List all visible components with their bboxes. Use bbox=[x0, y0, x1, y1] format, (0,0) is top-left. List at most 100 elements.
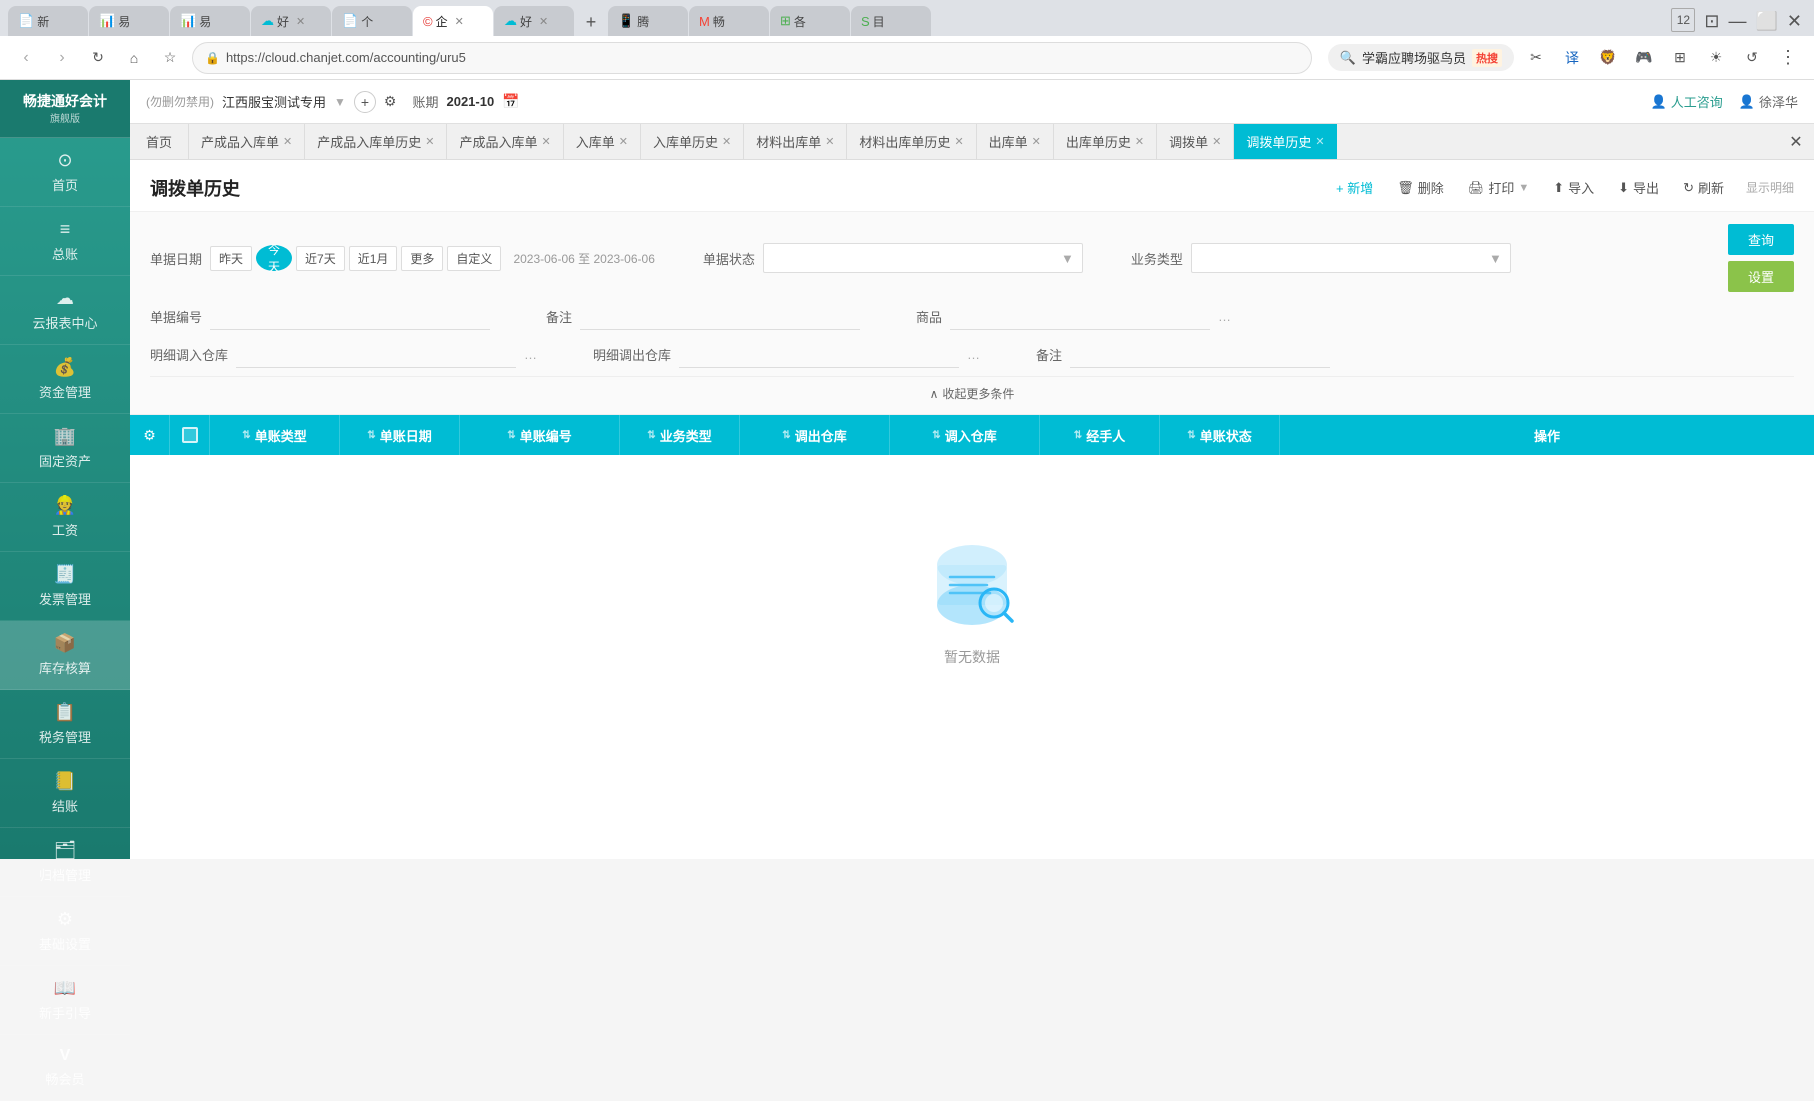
close-tab-4-icon[interactable]: ✕ bbox=[296, 15, 305, 28]
th-number[interactable]: ⇅ 单账编号 bbox=[460, 415, 620, 455]
sidebar-item-vip[interactable]: V 畅会员 bbox=[0, 1035, 130, 1101]
sidebar-item-guide[interactable]: 📖 新手引导 bbox=[0, 966, 130, 1035]
scissors-icon[interactable]: ✂ bbox=[1522, 44, 1550, 72]
detail-out-ellipsis-btn[interactable]: … bbox=[967, 347, 980, 362]
browser-tab-1[interactable]: 📄 新 bbox=[8, 6, 88, 36]
gear-company-btn[interactable]: ⚙ bbox=[384, 93, 397, 110]
select-all-checkbox[interactable] bbox=[182, 427, 198, 443]
browser-tab-9[interactable]: M 畅 bbox=[689, 6, 769, 36]
sidebar-item-payroll[interactable]: 👷 工资 bbox=[0, 483, 130, 552]
theme-icon[interactable]: ☀ bbox=[1702, 44, 1730, 72]
tab-product-in-history[interactable]: 产成品入库单历史 ✕ bbox=[305, 124, 447, 160]
tab-out[interactable]: 出库单 ✕ bbox=[977, 124, 1054, 160]
browser-tab-11[interactable]: S 目 bbox=[851, 6, 931, 36]
browser-tab-active[interactable]: © 企 ✕ bbox=[413, 6, 493, 36]
date-btn-custom[interactable]: 自定义 bbox=[447, 246, 501, 271]
close-tab-in-history-icon[interactable]: ✕ bbox=[722, 135, 731, 148]
search-bar[interactable]: 🔍 学霸应聘场驱鸟员 热搜 bbox=[1328, 44, 1514, 71]
browser-tab-10[interactable]: ⊞ 各 bbox=[770, 6, 850, 36]
back-btn[interactable]: ‹ bbox=[12, 44, 40, 72]
undo-icon[interactable]: ↺ bbox=[1738, 44, 1766, 72]
close-tab-transfer-icon[interactable]: ✕ bbox=[1212, 135, 1221, 148]
tab-count-badge[interactable]: 12 bbox=[1671, 8, 1695, 32]
close-tab-product-in-history-icon[interactable]: ✕ bbox=[425, 135, 434, 148]
close-tab-material-out-icon[interactable]: ✕ bbox=[825, 135, 834, 148]
date-btn-7days[interactable]: 近7天 bbox=[296, 246, 345, 271]
sidebar-item-fixed-asset[interactable]: 🏢 固定资产 bbox=[0, 414, 130, 483]
star-btn[interactable]: ☆ bbox=[156, 44, 184, 72]
export-btn[interactable]: ⬇ 导出 bbox=[1608, 172, 1669, 203]
close-tab-out-history-icon[interactable]: ✕ bbox=[1135, 135, 1144, 148]
biz-type-select[interactable]: ▼ bbox=[1191, 243, 1511, 273]
date-btn-today[interactable]: 今天 bbox=[256, 245, 292, 271]
date-btn-yesterday[interactable]: 昨天 bbox=[210, 246, 252, 271]
print-btn[interactable]: 🖨 打印 ▼ bbox=[1458, 172, 1539, 203]
sidebar-item-home[interactable]: ⊙ 首页 bbox=[0, 138, 130, 207]
tab-product-in2[interactable]: 产成品入库单 ✕ bbox=[447, 124, 563, 160]
query-btn[interactable]: 查询 bbox=[1728, 224, 1794, 255]
close-tab-material-out-history-icon[interactable]: ✕ bbox=[954, 135, 963, 148]
import-btn[interactable]: ⬆ 导入 bbox=[1543, 172, 1604, 203]
grid-icon[interactable]: ⊞ bbox=[1666, 44, 1694, 72]
extension-icon[interactable]: 🦁 bbox=[1594, 44, 1622, 72]
close-tab-active-icon[interactable]: ✕ bbox=[455, 15, 464, 28]
browser-tab-5[interactable]: 📄 个 bbox=[332, 6, 412, 36]
th-status[interactable]: ⇅ 单账状态 bbox=[1160, 415, 1280, 455]
detail-out-input[interactable] bbox=[679, 340, 959, 368]
sidebar-item-fund[interactable]: 💰 资金管理 bbox=[0, 345, 130, 414]
detail-in-ellipsis-btn[interactable]: … bbox=[524, 347, 537, 362]
th-biz[interactable]: ⇅ 业务类型 bbox=[620, 415, 740, 455]
browser-tab-3[interactable]: 📊 易 bbox=[170, 6, 250, 36]
tab-material-out-history[interactable]: 材料出库单历史 ✕ bbox=[847, 124, 976, 160]
dropdown-icon[interactable]: ▼ bbox=[334, 95, 346, 109]
add-company-btn[interactable]: + bbox=[354, 91, 376, 113]
number-input[interactable] bbox=[210, 302, 490, 330]
close-tab-product-in2-icon[interactable]: ✕ bbox=[542, 135, 551, 148]
close-tab-in-icon[interactable]: ✕ bbox=[619, 135, 628, 148]
th-settings-cell[interactable]: ⚙ bbox=[130, 415, 170, 455]
tab-material-out[interactable]: 材料出库单 ✕ bbox=[744, 124, 847, 160]
tab-out-history[interactable]: 出库单历史 ✕ bbox=[1054, 124, 1157, 160]
close-tab-transfer-history-icon[interactable]: ✕ bbox=[1315, 135, 1324, 148]
add-btn[interactable]: + 新增 bbox=[1326, 172, 1383, 203]
date-btn-more[interactable]: 更多 bbox=[401, 246, 443, 271]
sidebar-item-ledger[interactable]: ≡ 总账 bbox=[0, 207, 130, 276]
th-type[interactable]: ⇅ 单账类型 bbox=[210, 415, 340, 455]
calendar-btn[interactable]: 📅 bbox=[502, 93, 519, 110]
th-check-cell[interactable] bbox=[170, 415, 210, 455]
user-btn[interactable]: 👤 徐泽华 bbox=[1739, 92, 1798, 111]
detail-in-input[interactable] bbox=[236, 340, 516, 368]
tab-in[interactable]: 入库单 ✕ bbox=[564, 124, 641, 160]
close-tab-out-icon[interactable]: ✕ bbox=[1032, 135, 1041, 148]
minimize-icon[interactable]: — bbox=[1724, 7, 1750, 36]
extensions-icon[interactable]: ⊡ bbox=[1700, 7, 1723, 36]
tab-transfer-history[interactable]: 调拨单历史 ✕ bbox=[1234, 124, 1336, 160]
th-in[interactable]: ⇅ 调入仓库 bbox=[890, 415, 1040, 455]
collapse-btn[interactable]: ∧ 收起更多条件 bbox=[930, 385, 1015, 402]
date-btn-1month[interactable]: 近1月 bbox=[349, 246, 398, 271]
menu-dots-icon[interactable]: ⋮ bbox=[1774, 44, 1802, 72]
sidebar-item-close-account[interactable]: 📒 结账 bbox=[0, 759, 130, 828]
th-out[interactable]: ⇅ 调出仓库 bbox=[740, 415, 890, 455]
th-handler[interactable]: ⇅ 经手人 bbox=[1040, 415, 1160, 455]
tab-in-history[interactable]: 入库单历史 ✕ bbox=[641, 124, 744, 160]
sidebar-item-basic-settings[interactable]: ⚙ 基础设置 bbox=[0, 897, 130, 966]
tab-product-in[interactable]: 产成品入库单 ✕ bbox=[189, 124, 305, 160]
browser-tab-2[interactable]: 📊 易 bbox=[89, 6, 169, 36]
status-select[interactable]: ▼ bbox=[763, 243, 1083, 273]
forward-btn[interactable]: › bbox=[48, 44, 76, 72]
service-btn[interactable]: 👤 人工咨询 bbox=[1651, 92, 1723, 111]
refresh-btn[interactable]: ↻ 刷新 bbox=[1673, 172, 1734, 203]
close-icon[interactable]: ✕ bbox=[1783, 7, 1806, 36]
new-tab-btn[interactable]: + bbox=[577, 8, 605, 36]
url-bar[interactable]: 🔒 https://cloud.chanjet.com/accounting/u… bbox=[192, 42, 1312, 74]
note2-input[interactable] bbox=[1070, 340, 1330, 368]
goods-input[interactable] bbox=[950, 302, 1210, 330]
home-btn[interactable]: ⌂ bbox=[120, 44, 148, 72]
browser-tab-7[interactable]: ☁ 好 ✕ bbox=[494, 6, 574, 36]
translate-icon[interactable]: 译 bbox=[1558, 44, 1586, 72]
refresh-nav-btn[interactable]: ↻ bbox=[84, 44, 112, 72]
note-input[interactable] bbox=[580, 302, 860, 330]
sidebar-item-cloud-report[interactable]: ☁ 云报表中心 bbox=[0, 276, 130, 345]
sidebar-item-archive[interactable]: 🗂 归档管理 bbox=[0, 828, 130, 897]
